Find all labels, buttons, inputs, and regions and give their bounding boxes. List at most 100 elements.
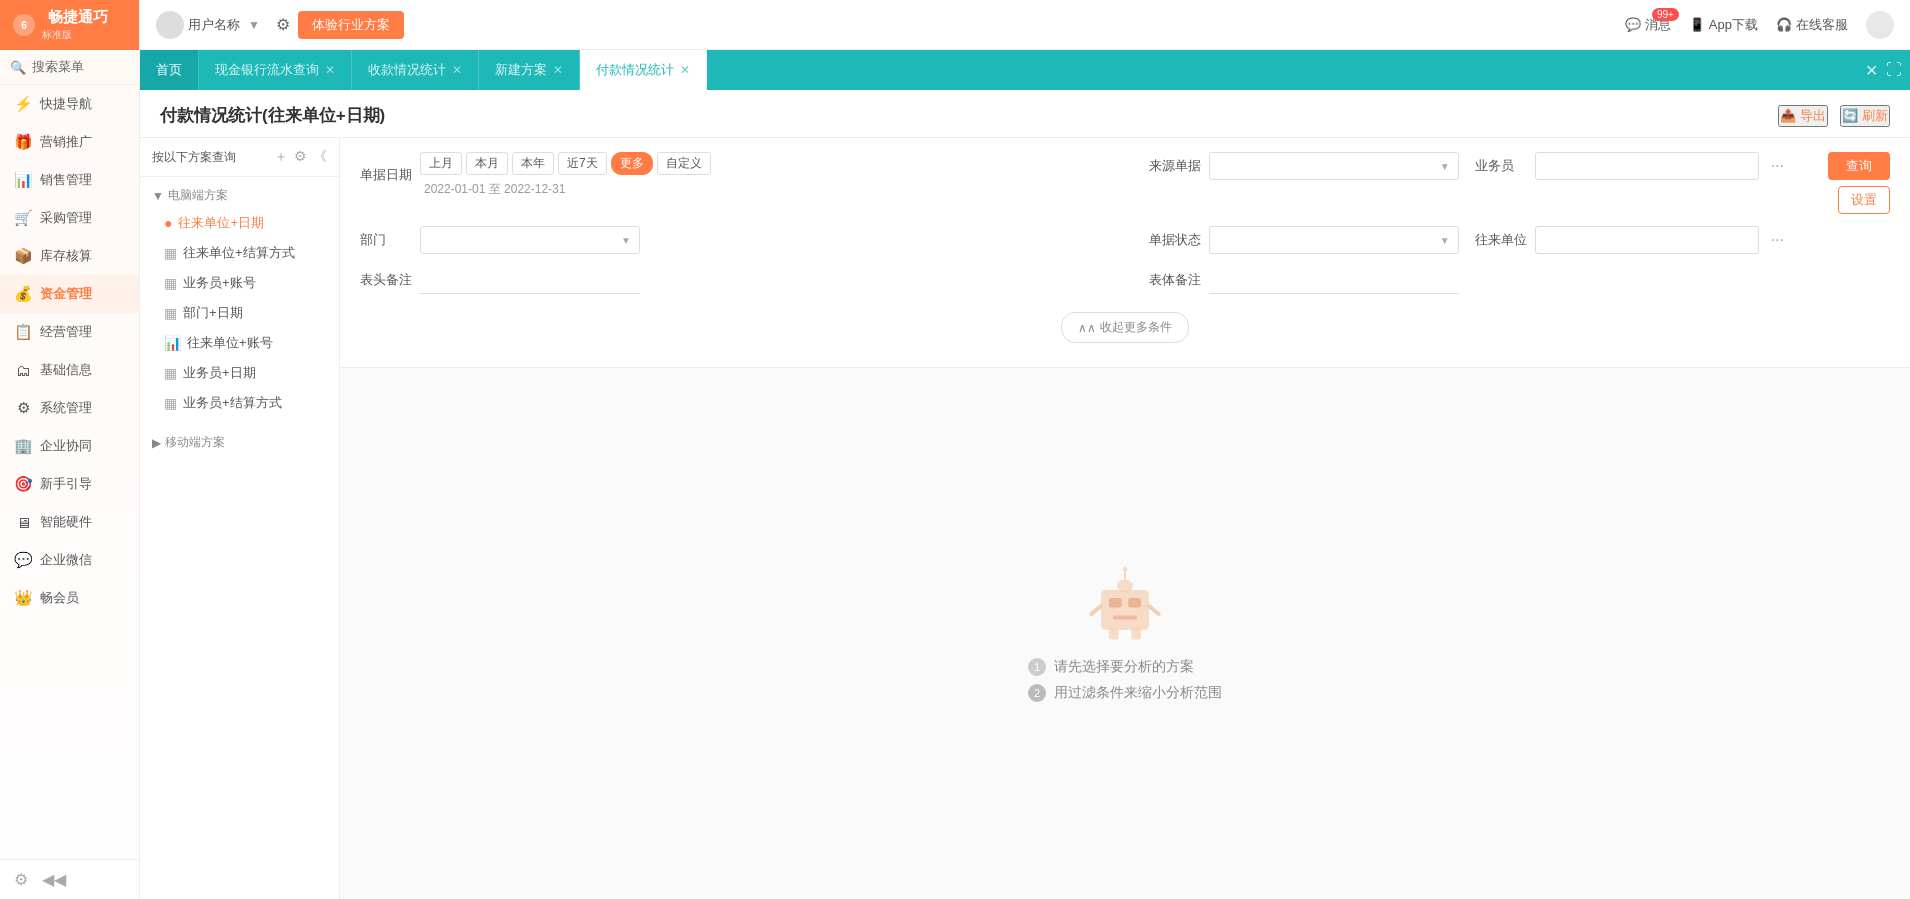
voucher-status-select[interactable]: ▼	[1209, 226, 1458, 254]
export-icon: 📤	[1780, 108, 1796, 123]
sidebar-item-member[interactable]: 👑 畅会员	[0, 579, 139, 617]
query-btn[interactable]: 查询	[1828, 152, 1890, 180]
sales-icon: 📊	[14, 171, 32, 189]
svg-rect-5	[1113, 615, 1137, 619]
scheme-group-arrow-icon: ▼	[152, 189, 164, 203]
app-download-btn[interactable]: 📱 App下载	[1689, 16, 1758, 34]
message-badge: 99+	[1652, 8, 1679, 21]
tab-home-label: 首页	[156, 61, 182, 79]
topbar-gear-icon[interactable]: ⚙	[276, 15, 290, 34]
date-btn-7days[interactable]: 近7天	[558, 152, 607, 175]
search-menu-item[interactable]: 🔍 搜索菜单	[0, 50, 139, 85]
profile-dropdown-icon[interactable]: ▼	[248, 18, 260, 32]
scheme-group-desktop-title[interactable]: ▼ 电脑端方案	[140, 183, 339, 208]
scheme-item-icon-1: ▦	[164, 245, 177, 261]
sidebar-item-basic[interactable]: 🗂 基础信息	[0, 351, 139, 389]
scheme-item-6[interactable]: ▦ 业务员+结算方式	[140, 388, 339, 418]
tab-receipts[interactable]: 收款情况统计 ✕	[352, 50, 479, 90]
add-scheme-icon[interactable]: ＋	[274, 148, 288, 166]
main-area: 用户名称 ▼ ⚙ 体验行业方案 💬 消息 99+ 📱 App下载 🎧 在线客服	[140, 0, 1910, 899]
sidebar-item-sales[interactable]: 📊 销售管理	[0, 161, 139, 199]
date-btn-more[interactable]: 更多	[611, 152, 653, 175]
filter-group-source: 来源单据 ▼	[1149, 152, 1458, 180]
tab-close-all-icon[interactable]: ✕	[1865, 61, 1878, 80]
sidebar-item-quick-nav[interactable]: ⚡ 快捷导航	[0, 85, 139, 123]
tab-receipts-close-icon[interactable]: ✕	[452, 63, 462, 77]
filter-group-date: 单据日期 上月 本月 本年 近7天 更多 自定义 2022-01-01 至 20…	[360, 152, 1133, 198]
scheme-item-4[interactable]: 📊 往来单位+账号	[140, 328, 339, 358]
scheme-item-label: 往来单位+日期	[178, 214, 264, 232]
tab-payments-close-icon[interactable]: ✕	[680, 63, 690, 77]
tab-cashflow[interactable]: 现金银行流水查询 ✕	[199, 50, 352, 90]
scheme-item-label: 部门+日期	[183, 304, 243, 322]
tab-new-plan-label: 新建方案	[495, 61, 547, 79]
empty-tips: 1 请先选择要分析的方案 2 用过滤条件来缩小分析范围	[1028, 658, 1222, 702]
collapse-panel-icon[interactable]: 《	[313, 148, 327, 166]
source-label: 来源单据	[1149, 157, 1201, 175]
setting-btn[interactable]: 设置	[1838, 186, 1890, 214]
empty-state: 1 请先选择要分析的方案 2 用过滤条件来缩小分析范围	[340, 368, 1910, 899]
messages-btn[interactable]: 💬 消息 99+	[1625, 16, 1671, 34]
tab-cashflow-close-icon[interactable]: ✕	[325, 63, 335, 77]
tab-new-plan[interactable]: 新建方案 ✕	[479, 50, 580, 90]
date-btn-custom[interactable]: 自定义	[657, 152, 711, 175]
sidebar-item-inventory[interactable]: 📦 库存核算	[0, 237, 139, 275]
scheme-item-2[interactable]: ▦ 业务员+账号	[140, 268, 339, 298]
tab-payments[interactable]: 付款情况统计 ✕	[580, 50, 707, 90]
online-service-icon: 🎧	[1776, 17, 1792, 32]
scheme-item-5[interactable]: ▦ 业务员+日期	[140, 358, 339, 388]
date-btn-last-month[interactable]: 上月	[420, 152, 462, 175]
online-service-btn[interactable]: 🎧 在线客服	[1776, 16, 1848, 34]
refresh-icon: 🔄	[1842, 108, 1858, 123]
wechat-icon: 💬	[14, 551, 32, 569]
collapse-sidebar-icon[interactable]: ◀◀	[42, 870, 66, 889]
scheme-item-1[interactable]: ▦ 往来单位+结算方式	[140, 238, 339, 268]
scheme-group-mobile-title[interactable]: ▶ 移动端方案	[140, 430, 339, 455]
tab-new-plan-close-icon[interactable]: ✕	[553, 63, 563, 77]
sidebar-item-operation[interactable]: 📋 经营管理	[0, 313, 139, 351]
sidebar-item-guide[interactable]: 🎯 新手引导	[0, 465, 139, 503]
inventory-icon: 📦	[14, 247, 32, 265]
scheme-item-label: 往来单位+账号	[187, 334, 273, 352]
sidebar-item-wechat[interactable]: 💬 企业微信	[0, 541, 139, 579]
date-btn-this-month[interactable]: 本月	[466, 152, 508, 175]
scheme-item-label: 业务员+账号	[183, 274, 256, 292]
scheme-item-3[interactable]: ▦ 部门+日期	[140, 298, 339, 328]
filter-group-partner: 往来单位 ▼ ···	[1475, 226, 1784, 254]
empty-tip-1: 1 请先选择要分析的方案	[1028, 658, 1222, 676]
trial-btn[interactable]: 体验行业方案	[298, 11, 404, 39]
partner-dots-icon[interactable]: ···	[1771, 231, 1784, 249]
refresh-btn[interactable]: 🔄 刷新	[1840, 105, 1890, 127]
sidebar-item-capital[interactable]: 💰 资金管理	[0, 275, 139, 313]
scheme-item-0[interactable]: ● 往来单位+日期	[140, 208, 339, 238]
partner-select[interactable]: ▼	[1535, 226, 1759, 254]
collapse-btn[interactable]: ∧∧ 收起更多条件	[1061, 312, 1189, 343]
sidebar-item-label: 采购管理	[40, 209, 92, 227]
sidebar-item-label: 营销推广	[40, 133, 92, 151]
sidebar-item-system[interactable]: ⚙ 系统管理	[0, 389, 139, 427]
sidebar-item-hardware[interactable]: 🖥 智能硬件	[0, 503, 139, 541]
sidebar-logo-sub: 标准版	[42, 28, 108, 42]
date-btn-this-year[interactable]: 本年	[512, 152, 554, 175]
source-select[interactable]: ▼	[1209, 152, 1458, 180]
tab-maximize-icon[interactable]: ⛶	[1886, 61, 1902, 79]
filter-group-note-head: 表头备注	[360, 266, 1133, 294]
salesman-select[interactable]: ▼	[1535, 152, 1759, 180]
settings-icon[interactable]: ⚙	[14, 870, 28, 889]
note-head-input[interactable]	[420, 266, 640, 294]
scheme-settings-icon[interactable]: ⚙	[294, 148, 307, 166]
note-body-input[interactable]	[1209, 266, 1458, 294]
dept-select[interactable]: ▼	[420, 226, 640, 254]
tab-home[interactable]: 首页	[140, 50, 199, 90]
export-btn[interactable]: 📤 导出	[1778, 105, 1828, 127]
sidebar-item-marketing[interactable]: 🎁 营销推广	[0, 123, 139, 161]
sidebar-item-label: 资金管理	[40, 285, 92, 303]
salesman-dots-icon[interactable]: ···	[1771, 157, 1784, 175]
quick-nav-icon: ⚡	[14, 95, 32, 113]
sidebar-item-corp[interactable]: 🏢 企业协同	[0, 427, 139, 465]
logo-icon: 6	[12, 13, 36, 37]
svg-text:6: 6	[21, 20, 27, 31]
topbar-profile: 用户名称	[156, 11, 240, 39]
sidebar-item-purchase[interactable]: 🛒 采购管理	[0, 199, 139, 237]
page-header-actions: 📤 导出 🔄 刷新	[1778, 105, 1890, 127]
